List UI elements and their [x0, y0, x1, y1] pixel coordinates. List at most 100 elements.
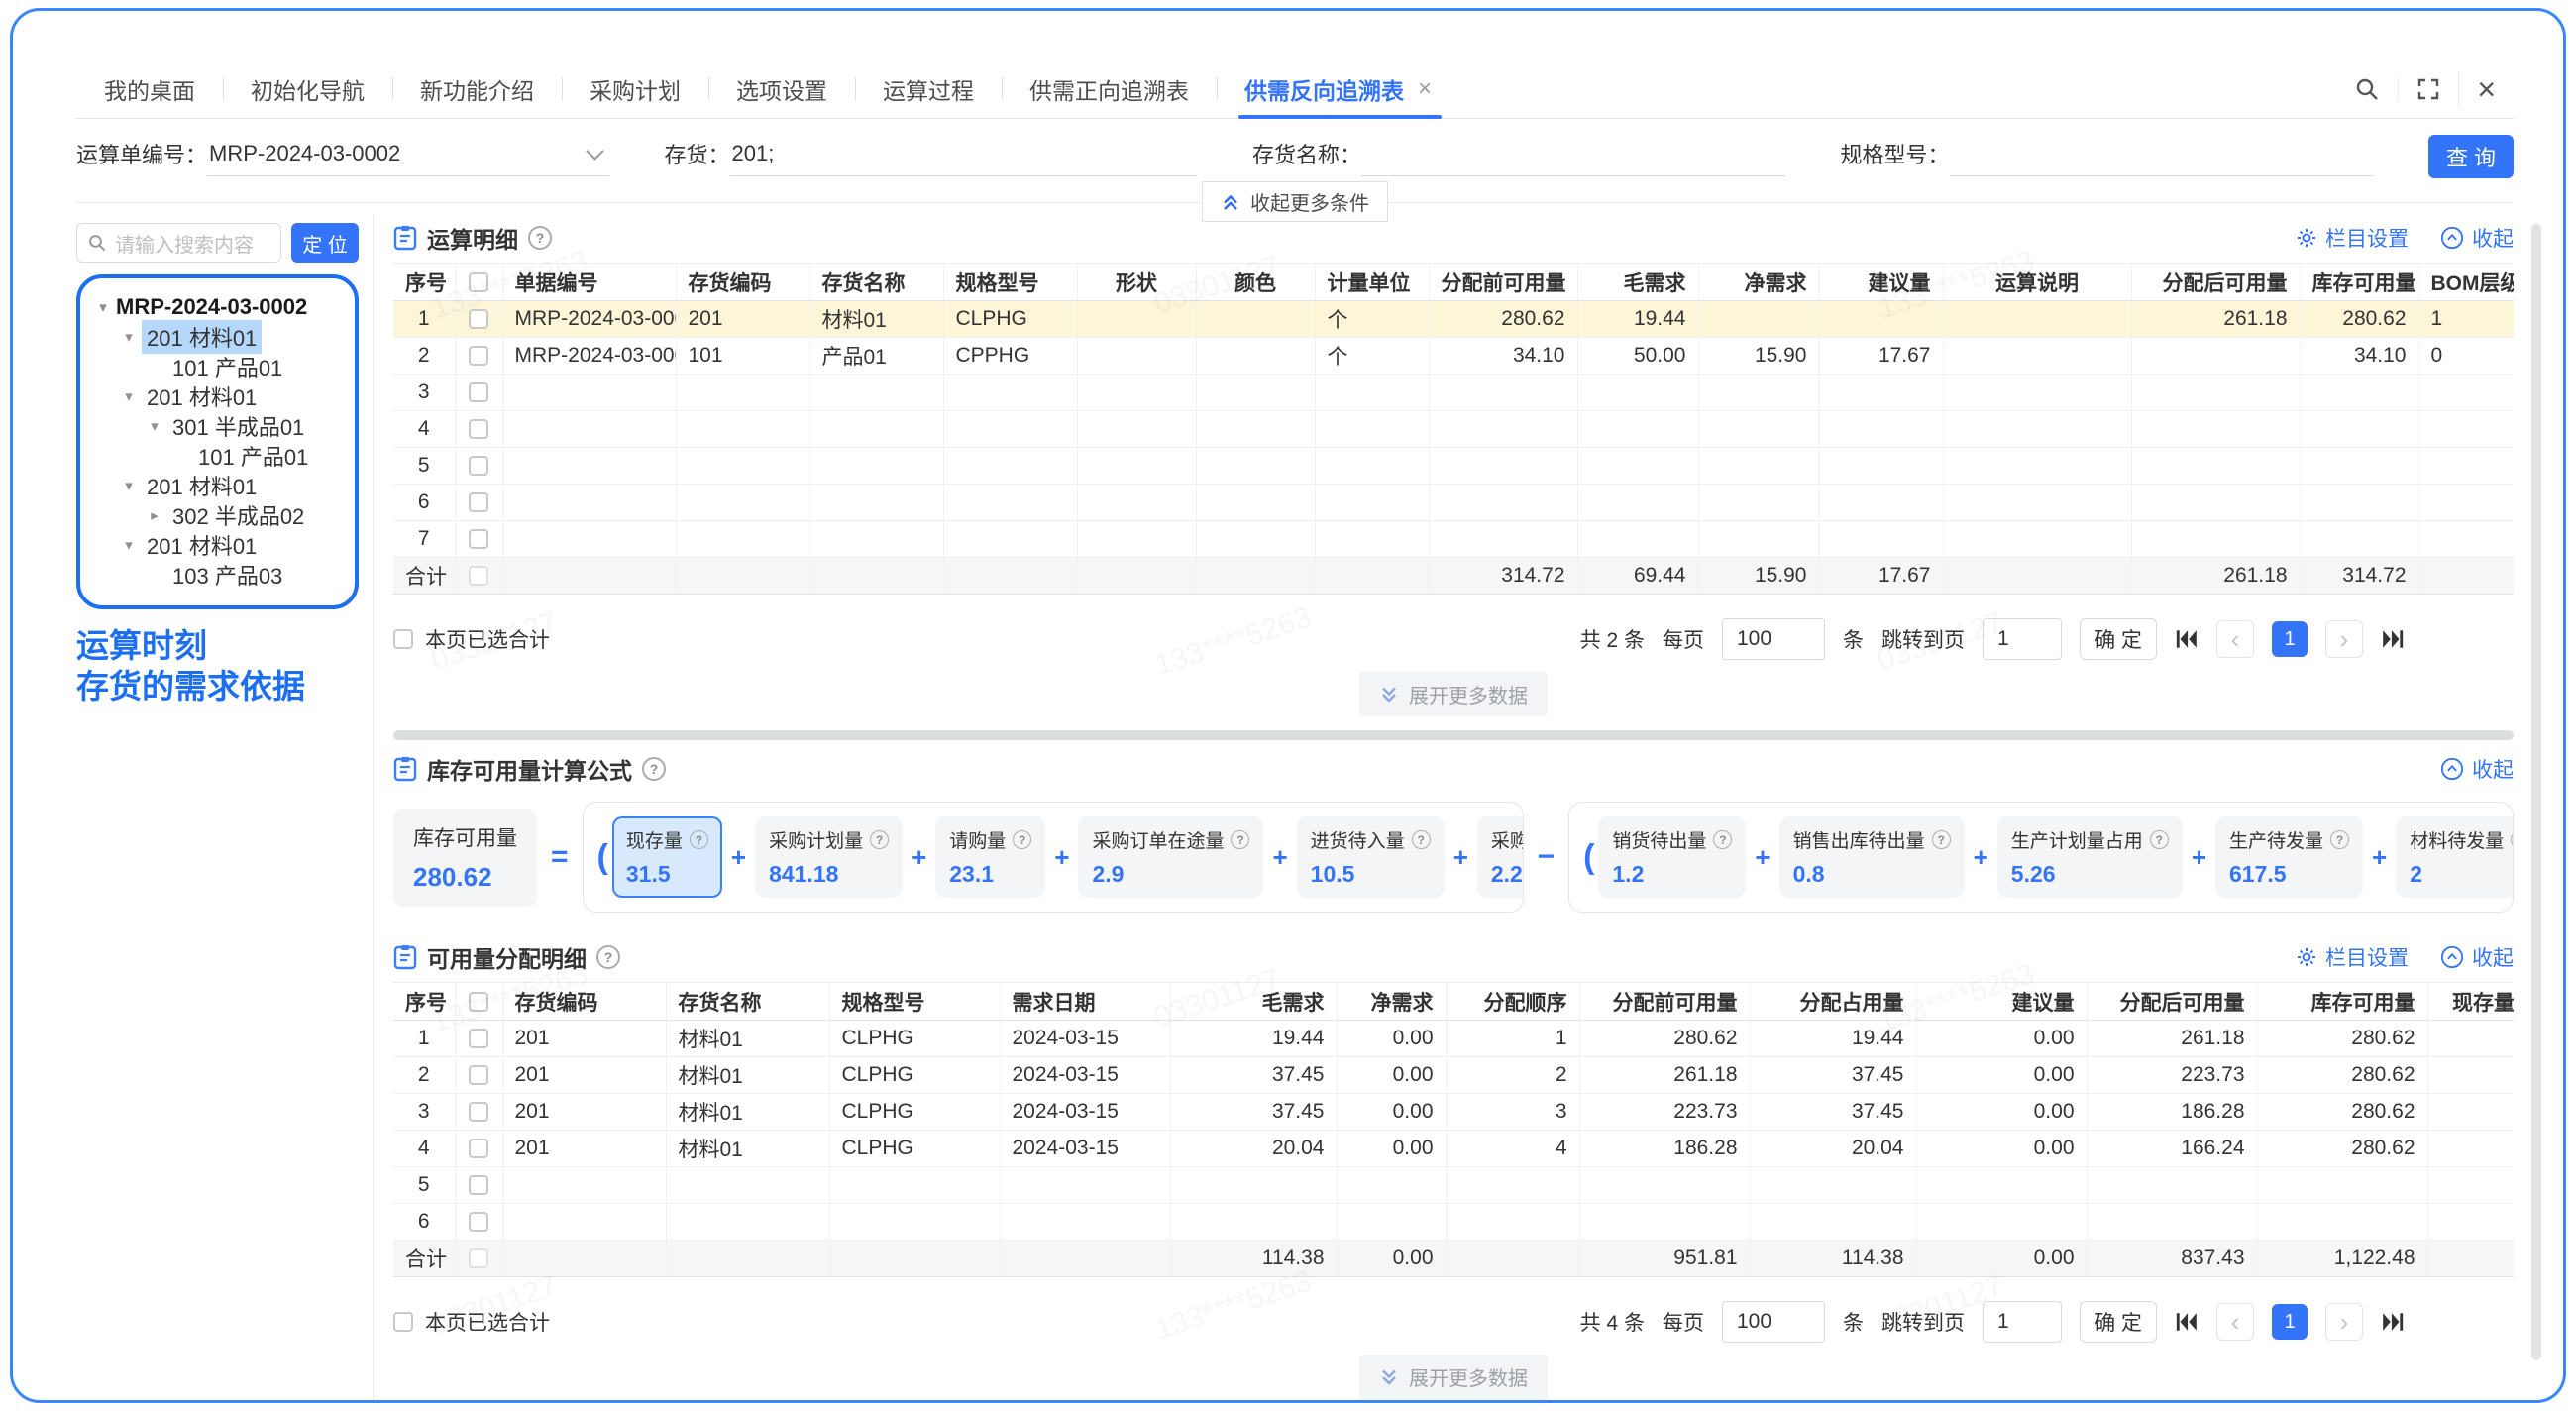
confirm-button[interactable]: 确 定: [2080, 618, 2157, 660]
tab-item[interactable]: 新功能介绍: [392, 60, 562, 118]
chevron-down-icon[interactable]: ▾: [116, 536, 142, 554]
row-checkbox[interactable]: [469, 456, 488, 477]
help-icon[interactable]: ?: [642, 757, 666, 781]
tree-node[interactable]: 101 产品01: [86, 441, 347, 471]
chevron-right-icon[interactable]: ▸: [142, 506, 167, 524]
row-checkbox[interactable]: [469, 1139, 488, 1159]
help-icon[interactable]: ?: [1411, 830, 1431, 849]
formula-item[interactable]: 生产计划量占用? 5.26: [1996, 816, 2183, 898]
formula-item[interactable]: 进货待入量? 10.5: [1296, 816, 1445, 898]
row-checkbox[interactable]: [469, 419, 488, 440]
row-checkbox[interactable]: [469, 1029, 488, 1049]
collapse-section-button[interactable]: 收起: [2440, 754, 2514, 784]
chevron-down-icon[interactable]: ▾: [142, 417, 167, 435]
checkbox-icon[interactable]: [393, 629, 413, 649]
formula-item[interactable]: 材料待发量? 2: [2396, 816, 2514, 898]
jump-page-input[interactable]: 1: [1983, 1301, 2062, 1343]
jump-page-input[interactable]: 1: [1983, 618, 2062, 660]
tab-item[interactable]: 采购计划: [562, 60, 708, 118]
collapse-more-conditions-button[interactable]: 收起更多条件: [1202, 181, 1388, 222]
tab-item[interactable]: 初始化导航: [223, 60, 392, 118]
locate-button[interactable]: 定 位: [291, 223, 359, 263]
row-checkbox[interactable]: [469, 1065, 488, 1086]
tree-node[interactable]: 101 产品01: [86, 352, 347, 381]
horizontal-scrollbar[interactable]: [393, 730, 2514, 740]
chevron-down-icon[interactable]: ▾: [116, 387, 142, 405]
formula-item[interactable]: 采购订单在途量? 2.9: [1078, 816, 1264, 898]
filter-value-input[interactable]: MRP-2024-03-0002: [207, 138, 609, 176]
search-input[interactable]: 请输入搜索内容: [76, 223, 281, 263]
row-checkbox[interactable]: [469, 1102, 488, 1123]
search-icon[interactable]: [2336, 76, 2398, 102]
confirm-button[interactable]: 确 定: [2080, 1301, 2157, 1343]
checkbox-icon[interactable]: [393, 1312, 413, 1332]
row-checkbox[interactable]: [469, 382, 488, 403]
help-icon[interactable]: ?: [1231, 830, 1250, 849]
current-page[interactable]: 1: [2272, 621, 2308, 657]
page-selected-total[interactable]: 本页已选合计: [393, 1307, 550, 1337]
next-page-icon[interactable]: ›: [2325, 1303, 2363, 1341]
formula-item[interactable]: 请购量? 23.1: [935, 816, 1046, 898]
tab-item[interactable]: 供需正向追溯表: [1002, 60, 1217, 118]
select-all-checkbox[interactable]: [469, 271, 488, 292]
current-page[interactable]: 1: [2272, 1304, 2308, 1340]
query-button[interactable]: 查 询: [2428, 135, 2514, 178]
per-page-input[interactable]: 100: [1722, 618, 1825, 660]
tree-node[interactable]: ▾ 301 半成品01: [86, 411, 347, 441]
row-checkbox[interactable]: [469, 529, 488, 550]
expand-more-data-button[interactable]: 展开更多数据: [1359, 672, 1548, 716]
chevron-down-icon[interactable]: ▾: [116, 328, 142, 346]
tab-item[interactable]: 我的桌面: [76, 60, 223, 118]
help-icon[interactable]: ?: [1713, 830, 1733, 849]
help-icon[interactable]: ?: [2511, 830, 2514, 849]
tree-node[interactable]: 103 产品03: [86, 560, 347, 590]
formula-item[interactable]: 采购计划量? 841.18: [755, 816, 904, 898]
tree-node[interactable]: ▾ 201 材料01: [86, 320, 347, 354]
row-checkbox[interactable]: [469, 309, 488, 330]
row-checkbox[interactable]: [469, 346, 488, 367]
tree-node[interactable]: ▾ 201 材料01: [86, 471, 347, 500]
tree-node[interactable]: ▾ 201 材料01: [86, 530, 347, 560]
help-icon[interactable]: ?: [596, 945, 620, 969]
last-page-icon[interactable]: [2381, 1310, 2405, 1334]
row-checkbox[interactable]: [469, 1212, 488, 1233]
collapse-section-button[interactable]: 收起: [2440, 223, 2514, 253]
collapse-section-button[interactable]: 收起: [2440, 942, 2514, 972]
row-checkbox[interactable]: [469, 1175, 488, 1196]
page-selected-total[interactable]: 本页已选合计: [393, 624, 550, 654]
formula-item[interactable]: 生产待发量? 617.5: [2215, 816, 2364, 898]
prev-page-icon[interactable]: ‹: [2216, 620, 2254, 658]
per-page-input[interactable]: 100: [1722, 1301, 1825, 1343]
formula-item[interactable]: 销售出库待出量? 0.8: [1778, 816, 1965, 898]
help-icon[interactable]: ?: [1931, 830, 1951, 849]
first-page-icon[interactable]: [2175, 627, 2199, 651]
filter-value-input[interactable]: [1949, 138, 2373, 176]
filter-value-input[interactable]: [1361, 138, 1785, 176]
formula-item[interactable]: 现存量? 31.5: [611, 816, 722, 898]
next-page-icon[interactable]: ›: [2325, 620, 2363, 658]
fullscreen-icon[interactable]: [2398, 77, 2458, 101]
tree-node[interactable]: ▾ 201 材料01: [86, 381, 347, 411]
expand-more-data-button[interactable]: 展开更多数据: [1359, 1355, 1548, 1399]
row-checkbox[interactable]: [469, 492, 488, 513]
last-page-icon[interactable]: [2381, 627, 2405, 651]
first-page-icon[interactable]: [2175, 1310, 2199, 1334]
help-icon[interactable]: ?: [2330, 830, 2350, 849]
select-all-checkbox[interactable]: [469, 991, 488, 1012]
tab-item[interactable]: 选项设置: [708, 60, 855, 118]
tab-close-icon[interactable]: ×: [1418, 75, 1432, 103]
chevron-down-icon[interactable]: ▾: [116, 477, 142, 494]
formula-item[interactable]: 销货待出量? 1.2: [1598, 816, 1747, 898]
tab-item[interactable]: 运算过程: [855, 60, 1002, 118]
tab-item[interactable]: 供需反向追溯表 ×: [1217, 60, 1459, 119]
tree-node[interactable]: ▸ 302 半成品02: [86, 500, 347, 530]
row-checkbox[interactable]: [469, 566, 488, 587]
chevron-down-icon[interactable]: [585, 142, 604, 161]
formula-item[interactable]: 采购入库待入量? 2.2: [1476, 816, 1523, 898]
help-icon[interactable]: ?: [870, 830, 890, 849]
column-settings-button[interactable]: 栏目设置: [2296, 223, 2409, 253]
help-icon[interactable]: ?: [528, 226, 552, 250]
chevron-down-icon[interactable]: ▾: [90, 298, 116, 316]
tree-node[interactable]: ▾ MRP-2024-03-0002: [86, 292, 347, 322]
filter-value-input[interactable]: 201;: [729, 138, 1197, 176]
